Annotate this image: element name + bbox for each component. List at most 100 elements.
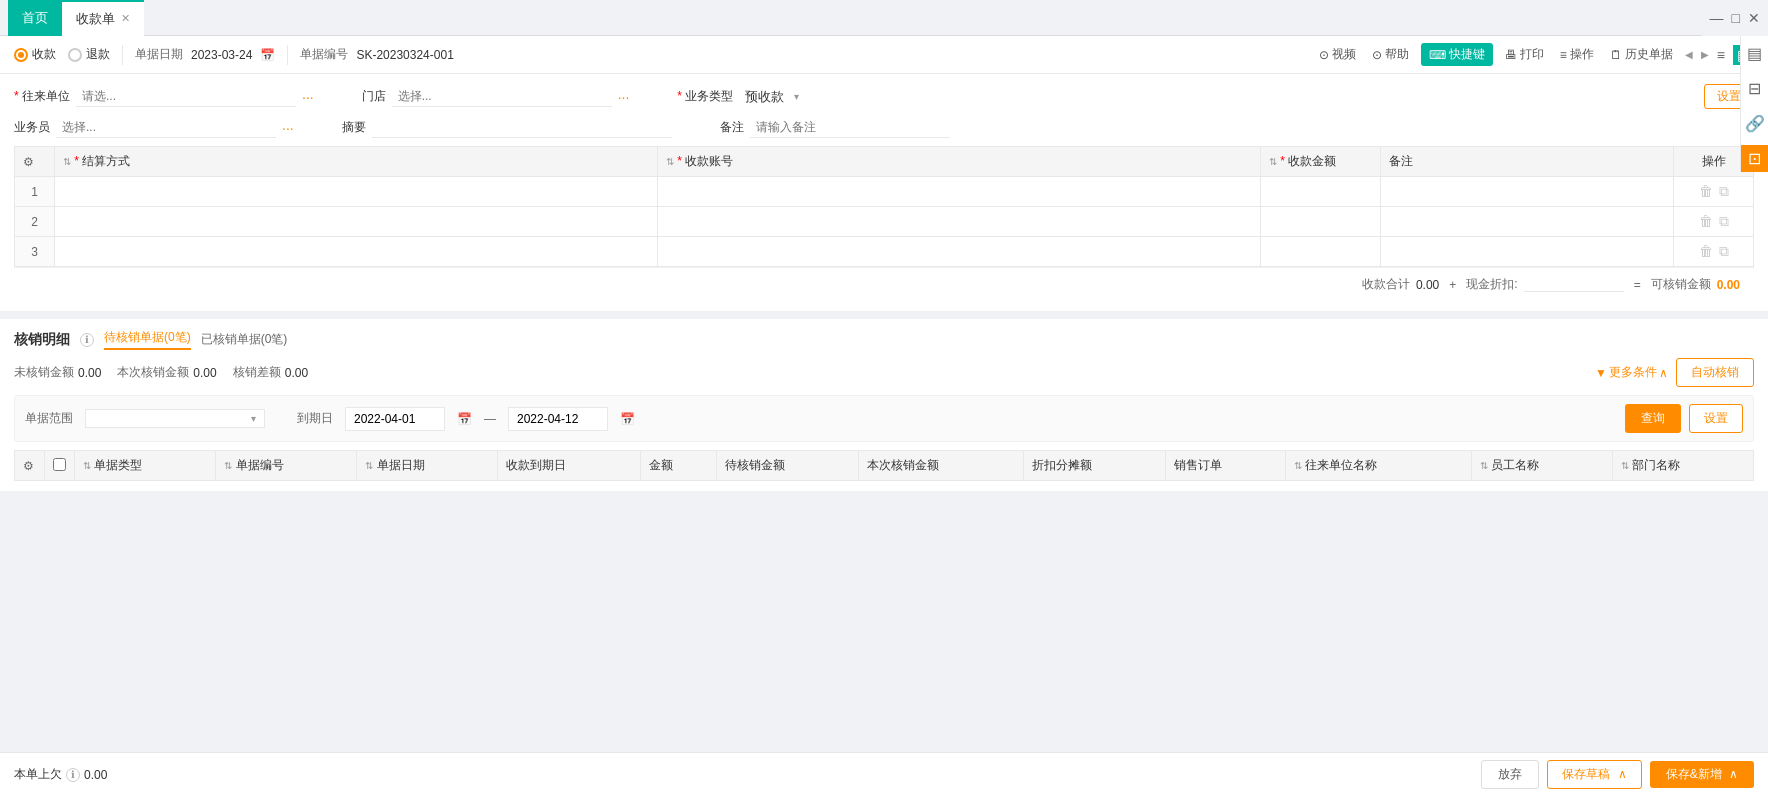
list-view-icon[interactable]: ≡	[1717, 47, 1725, 63]
more-conditions-btn[interactable]: ▼ 更多条件 ∧	[1595, 364, 1668, 381]
verification-title: 核销明细	[14, 331, 70, 349]
store-label: 门店	[362, 88, 386, 105]
sort-number[interactable]: ⇅	[224, 460, 232, 471]
row3-copy-icon[interactable]: ⧉	[1719, 243, 1729, 260]
discount-input[interactable]	[1524, 277, 1624, 292]
row1-amount[interactable]	[1260, 177, 1380, 207]
auto-verify-button[interactable]: 自动核销	[1676, 358, 1754, 387]
tab-receipt-label: 收款单	[76, 10, 115, 28]
row1-account[interactable]	[657, 177, 1260, 207]
sidebar-expand-icon[interactable]: ⊡	[1741, 145, 1768, 172]
store-field: 门店 ···	[362, 86, 630, 107]
col-date: ⇅ 单据日期	[357, 451, 498, 481]
bottom-info-value: 0.00	[84, 768, 107, 782]
salesman-more-icon[interactable]: ···	[282, 120, 294, 136]
save-draft-button[interactable]: 保存草稿 ∧	[1547, 760, 1641, 789]
col-dept: ⇅ 部门名称	[1612, 451, 1753, 481]
row2-amount[interactable]	[1260, 207, 1380, 237]
row2-remark[interactable]	[1380, 207, 1673, 237]
maximize-button[interactable]: □	[1732, 10, 1740, 26]
sort-date[interactable]: ⇅	[365, 460, 373, 471]
select-all-checkbox[interactable]	[53, 458, 66, 471]
save-new-chevron[interactable]: ∧	[1729, 767, 1738, 781]
tab-receipt[interactable]: 收款单 ✕	[62, 0, 144, 36]
remark-input[interactable]	[750, 117, 950, 138]
verification-info-icon[interactable]: ℹ	[80, 333, 94, 347]
save-new-button[interactable]: 保存&新增 ∧	[1650, 761, 1754, 788]
refund-radio[interactable]: 退款	[68, 46, 110, 63]
row3-delete-icon[interactable]: 🗑	[1699, 243, 1713, 260]
business-type-chevron[interactable]: ▾	[794, 91, 799, 102]
abandon-button[interactable]: 放弃	[1481, 760, 1539, 789]
unverified-value: 0.00	[78, 366, 101, 380]
minimize-button[interactable]: —	[1710, 10, 1724, 26]
sort-icon-settlement[interactable]: ⇅	[63, 156, 71, 167]
sort-partner[interactable]: ⇅	[1294, 460, 1302, 471]
done-tab[interactable]: 已核销单据(0笔)	[201, 331, 288, 348]
tab-home[interactable]: 首页	[8, 0, 62, 36]
row1-remark[interactable]	[1380, 177, 1673, 207]
unverified-stat: 未核销金额 0.00	[14, 364, 101, 381]
form-row-2: 业务员 ··· 摘要 备注	[14, 117, 1754, 138]
operations-btn[interactable]: ≡ 操作	[1556, 44, 1598, 65]
salesman-input[interactable]	[56, 117, 276, 138]
video-btn[interactable]: ⊙ 视频	[1315, 44, 1360, 65]
print-btn[interactable]: 🖶 打印	[1501, 44, 1548, 65]
sidebar-link-icon[interactable]: 🔗	[1741, 110, 1769, 137]
next-icon[interactable]: ▶	[1701, 49, 1709, 60]
counterpart-more-icon[interactable]: ···	[302, 89, 314, 105]
row3-account[interactable]	[657, 237, 1260, 267]
required-star: *	[14, 89, 19, 103]
prev-icon[interactable]: ◀	[1685, 49, 1693, 60]
store-more-icon[interactable]: ···	[618, 89, 630, 105]
sort-staff[interactable]: ⇅	[1480, 460, 1488, 471]
calendar-icon[interactable]: 📅	[260, 48, 275, 62]
diff-stat: 核销差额 0.00	[233, 364, 308, 381]
store-input[interactable]	[392, 86, 612, 107]
number-value: SK-20230324-001	[356, 48, 453, 62]
query-button[interactable]: 查询	[1625, 404, 1681, 433]
range-select[interactable]: ▾	[85, 409, 265, 428]
row2-settlement[interactable]	[55, 207, 658, 237]
row2-delete-icon[interactable]: 🗑	[1699, 213, 1713, 230]
row1-copy-icon[interactable]: ⧉	[1719, 183, 1729, 200]
remark-field: 备注	[720, 117, 950, 138]
sort-icon-amount[interactable]: ⇅	[1269, 156, 1277, 167]
diff-label: 核销差额	[233, 364, 281, 381]
sort-icon-account[interactable]: ⇅	[666, 156, 674, 167]
date-to-input[interactable]	[508, 407, 608, 431]
help-btn[interactable]: ⊙ 帮助	[1368, 44, 1413, 65]
stats-row: 未核销金额 0.00 本次核销金额 0.00 核销差额 0.00 ▼ 更多条件 …	[14, 358, 1754, 387]
tab-close-icon[interactable]: ✕	[121, 12, 130, 25]
bottom-table-settings-icon[interactable]: ⚙	[23, 459, 34, 473]
date-from-input[interactable]	[345, 407, 445, 431]
table-settings-icon[interactable]: ⚙	[23, 155, 34, 169]
bottom-settings-button[interactable]: 设置	[1689, 404, 1743, 433]
summary-input[interactable]	[372, 117, 672, 138]
row3-settlement[interactable]	[55, 237, 658, 267]
row3-remark[interactable]	[1380, 237, 1673, 267]
chevron-up-icon: ∧	[1659, 366, 1668, 380]
bottom-info-icon[interactable]: ℹ	[66, 768, 80, 782]
sidebar-table-icon[interactable]: ▤	[1743, 40, 1766, 67]
row3-amount[interactable]	[1260, 237, 1380, 267]
close-button[interactable]: ✕	[1748, 10, 1760, 26]
sort-type[interactable]: ⇅	[83, 460, 91, 471]
calendar-to-icon[interactable]: 📅	[620, 412, 635, 426]
sidebar-list-icon[interactable]: ⊟	[1744, 75, 1765, 102]
history-btn[interactable]: 🗒 历史单据	[1606, 44, 1677, 65]
calendar-from-icon[interactable]: 📅	[457, 412, 472, 426]
receipt-radio[interactable]: 收款	[14, 46, 56, 63]
range-label: 单据范围	[25, 410, 73, 427]
counterpart-input[interactable]	[76, 86, 296, 107]
row2-copy-icon[interactable]: ⧉	[1719, 213, 1729, 230]
pending-tab[interactable]: 待核销单据(0笔)	[104, 329, 191, 350]
row1-settlement[interactable]	[55, 177, 658, 207]
sort-dept[interactable]: ⇅	[1621, 460, 1629, 471]
save-draft-chevron[interactable]: ∧	[1618, 767, 1627, 781]
tab-home-label: 首页	[22, 9, 48, 27]
shortcut-btn[interactable]: ⌨ 快捷键	[1421, 43, 1493, 66]
row2-account[interactable]	[657, 207, 1260, 237]
due-date-label: 到期日	[297, 410, 333, 427]
row1-delete-icon[interactable]: 🗑	[1699, 183, 1713, 200]
